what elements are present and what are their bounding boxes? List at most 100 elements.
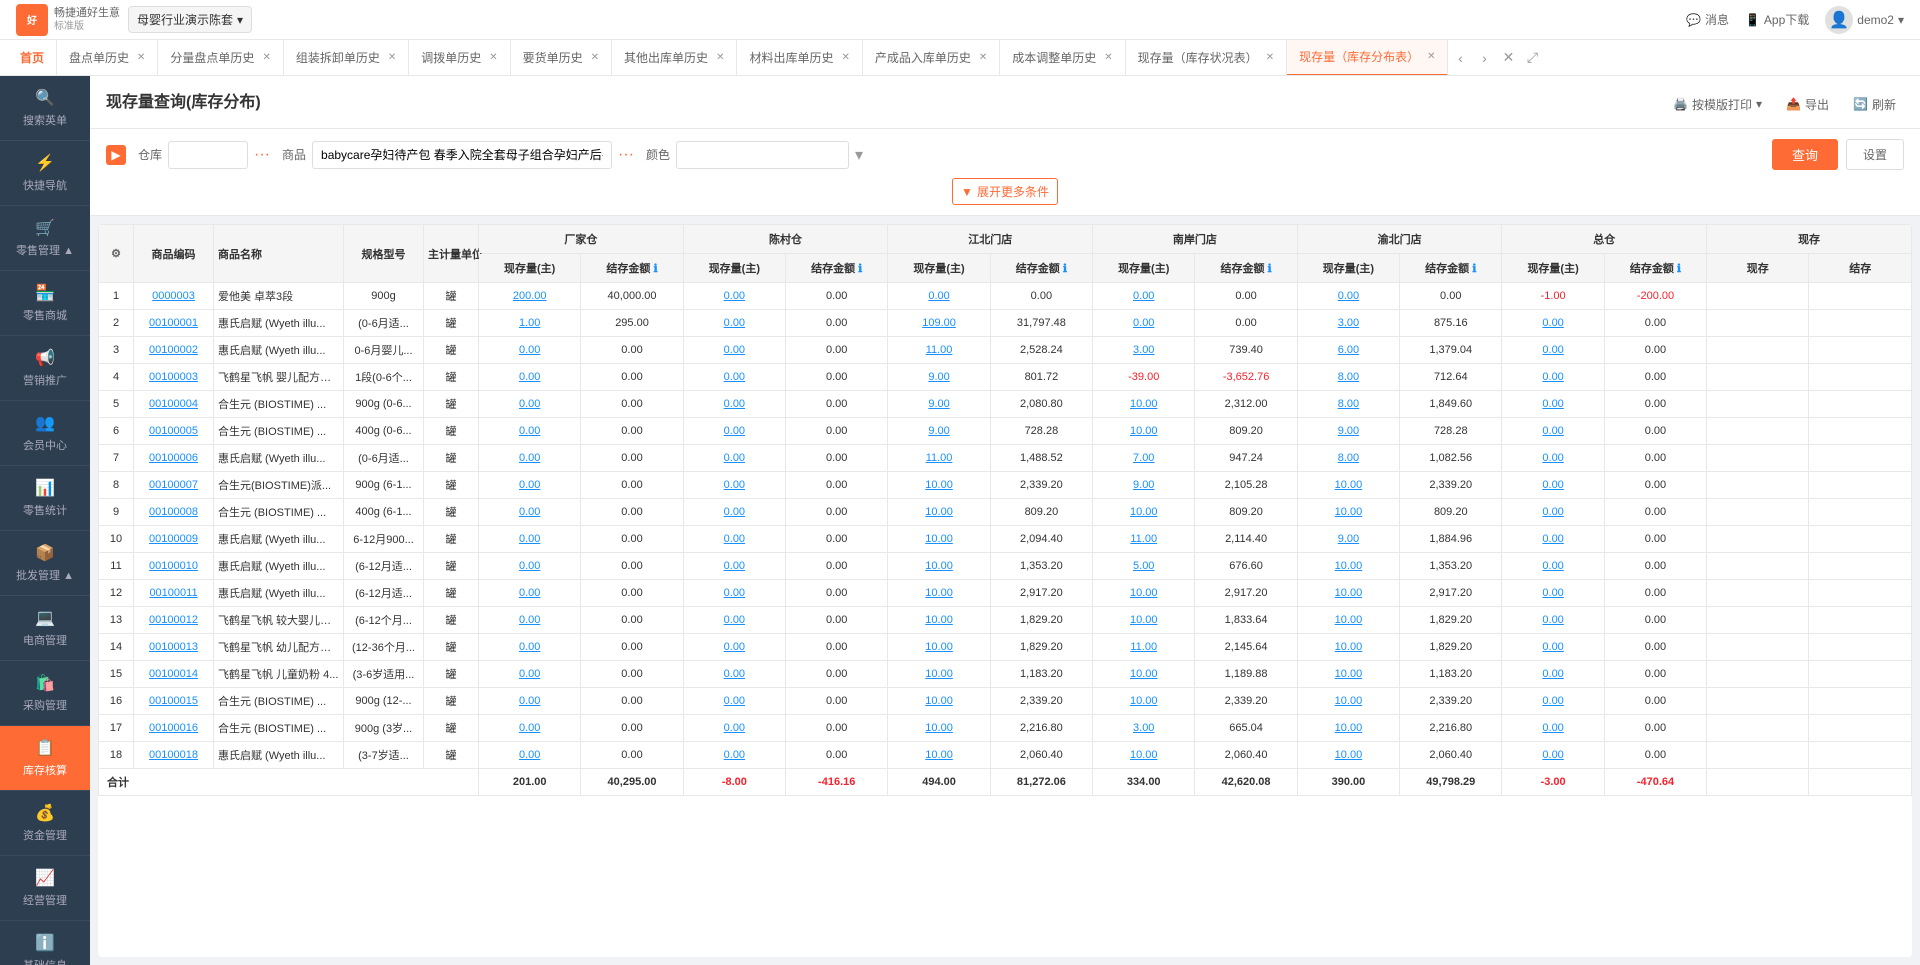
row-jiangbei-qty[interactable]: 10.00 bbox=[888, 526, 990, 553]
row-jiangbei-qty[interactable]: 11.00 bbox=[888, 337, 990, 364]
row-factory-qty[interactable]: 0.00 bbox=[479, 364, 581, 391]
message-btn[interactable]: 💬 消息 bbox=[1686, 11, 1729, 28]
refresh-btn[interactable]: 🔄 刷新 bbox=[1845, 92, 1904, 117]
row-chenhe-qty[interactable]: 0.00 bbox=[683, 715, 785, 742]
row-yuanbei-qty[interactable]: 0.00 bbox=[1297, 283, 1399, 310]
row-nanan-qty[interactable]: 10.00 bbox=[1093, 742, 1195, 769]
row-yuanbei-qty[interactable]: 10.00 bbox=[1297, 634, 1399, 661]
tab-[interactable]: 分量盘点单历史✕ bbox=[158, 40, 283, 76]
row-jiangbei-qty[interactable]: 10.00 bbox=[888, 742, 990, 769]
tab-close-icon[interactable]: ✕ bbox=[716, 52, 724, 63]
row-jiangbei-qty[interactable]: 10.00 bbox=[888, 472, 990, 499]
row-code[interactable]: 00100014 bbox=[134, 661, 214, 688]
row-factory-qty[interactable]: 0.00 bbox=[479, 688, 581, 715]
tab-expand-btn[interactable]: ⤢ bbox=[1520, 40, 1544, 76]
sidebar-item-[interactable]: 📢营销推广 bbox=[0, 336, 90, 401]
user-info[interactable]: 👤 demo2 ▾ bbox=[1825, 6, 1904, 34]
row-factory-qty[interactable]: 0.00 bbox=[479, 472, 581, 499]
query-button[interactable]: 查询 bbox=[1772, 139, 1838, 170]
row-code[interactable]: 00100016 bbox=[134, 715, 214, 742]
row-yuanbei-qty[interactable]: 10.00 bbox=[1297, 472, 1399, 499]
row-yuanbei-qty[interactable]: 10.00 bbox=[1297, 553, 1399, 580]
row-nanan-qty[interactable]: 3.00 bbox=[1093, 337, 1195, 364]
row-total-qty[interactable]: 0.00 bbox=[1502, 580, 1604, 607]
row-yuanbei-qty[interactable]: 6.00 bbox=[1297, 337, 1399, 364]
row-factory-qty[interactable]: 0.00 bbox=[479, 337, 581, 364]
row-jiangbei-qty[interactable]: 10.00 bbox=[888, 580, 990, 607]
row-chenhe-qty[interactable]: 0.00 bbox=[683, 310, 785, 337]
row-nanan-qty[interactable]: 10.00 bbox=[1093, 688, 1195, 715]
row-nanan-qty[interactable]: 11.00 bbox=[1093, 526, 1195, 553]
row-chenhe-qty[interactable]: 0.00 bbox=[683, 337, 785, 364]
th-gear[interactable]: ⚙ bbox=[99, 225, 134, 283]
row-code[interactable]: 00100002 bbox=[134, 337, 214, 364]
row-jiangbei-qty[interactable]: 109.00 bbox=[888, 310, 990, 337]
row-total-qty[interactable]: 0.00 bbox=[1502, 634, 1604, 661]
row-code[interactable]: 00100012 bbox=[134, 607, 214, 634]
row-total-qty[interactable]: 0.00 bbox=[1502, 391, 1604, 418]
row-factory-qty[interactable]: 0.00 bbox=[479, 715, 581, 742]
row-nanan-qty[interactable]: 0.00 bbox=[1093, 310, 1195, 337]
row-total-qty[interactable]: -1.00 bbox=[1502, 283, 1604, 310]
tab-close-icon[interactable]: ✕ bbox=[137, 52, 145, 63]
row-total-qty[interactable]: 0.00 bbox=[1502, 472, 1604, 499]
row-total-qty[interactable]: 0.00 bbox=[1502, 553, 1604, 580]
row-factory-qty[interactable]: 0.00 bbox=[479, 499, 581, 526]
tab-close-icon[interactable]: ✕ bbox=[591, 52, 599, 63]
tab-[interactable]: 调拨单历史✕ bbox=[409, 40, 510, 76]
row-yuanbei-qty[interactable]: 10.00 bbox=[1297, 661, 1399, 688]
row-code[interactable]: 00100004 bbox=[134, 391, 214, 418]
settings-button[interactable]: 设置 bbox=[1846, 139, 1904, 170]
row-chenhe-qty[interactable]: 0.00 bbox=[683, 283, 785, 310]
row-total-qty[interactable]: 0.00 bbox=[1502, 337, 1604, 364]
sidebar-item-[interactable]: 📊零售统计 bbox=[0, 466, 90, 531]
row-yuanbei-qty[interactable]: 9.00 bbox=[1297, 526, 1399, 553]
sidebar-item-[interactable]: ℹ️基础信息 bbox=[0, 921, 90, 965]
tab-close-icon[interactable]: ✕ bbox=[841, 52, 849, 63]
row-nanan-qty[interactable]: 10.00 bbox=[1093, 418, 1195, 445]
tab-[interactable]: 材料出库单历史✕ bbox=[737, 40, 862, 76]
row-nanan-qty[interactable]: 10.00 bbox=[1093, 580, 1195, 607]
row-chenhe-qty[interactable]: 0.00 bbox=[683, 391, 785, 418]
row-factory-qty[interactable]: 0.00 bbox=[479, 553, 581, 580]
row-chenhe-qty[interactable]: 0.00 bbox=[683, 472, 785, 499]
sidebar-item-[interactable]: 🏪零售商城 bbox=[0, 271, 90, 336]
row-nanan-qty[interactable]: 0.00 bbox=[1093, 283, 1195, 310]
row-yuanbei-qty[interactable]: 10.00 bbox=[1297, 499, 1399, 526]
tab-[interactable]: 现存量（库存分布表）✕ bbox=[1287, 40, 1448, 76]
row-code[interactable]: 00100005 bbox=[134, 418, 214, 445]
row-nanan-qty[interactable]: 3.00 bbox=[1093, 715, 1195, 742]
row-factory-qty[interactable]: 0.00 bbox=[479, 634, 581, 661]
tab-[interactable]: 现存量（库存状况表）✕ bbox=[1126, 40, 1287, 76]
row-total-qty[interactable]: 0.00 bbox=[1502, 661, 1604, 688]
row-factory-qty[interactable]: 200.00 bbox=[479, 283, 581, 310]
row-code[interactable]: 00100009 bbox=[134, 526, 214, 553]
sidebar-item-[interactable]: 💰资金管理 bbox=[0, 791, 90, 856]
row-factory-qty[interactable]: 0.00 bbox=[479, 742, 581, 769]
row-code[interactable]: 00100003 bbox=[134, 364, 214, 391]
row-nanan-qty[interactable]: 10.00 bbox=[1093, 391, 1195, 418]
row-chenhe-qty[interactable]: 0.00 bbox=[683, 607, 785, 634]
row-factory-qty[interactable]: 0.00 bbox=[479, 580, 581, 607]
tab-prev-btn[interactable]: ‹ bbox=[1448, 40, 1472, 76]
tab-close-icon[interactable]: ✕ bbox=[979, 52, 987, 63]
tab-close-icon[interactable]: ✕ bbox=[262, 52, 270, 63]
tab-close-icon[interactable]: ✕ bbox=[388, 52, 396, 63]
warehouse-input[interactable] bbox=[168, 141, 248, 169]
export-btn[interactable]: 📤 导出 bbox=[1778, 92, 1837, 117]
row-chenhe-qty[interactable]: 0.00 bbox=[683, 580, 785, 607]
row-yuanbei-qty[interactable]: 8.00 bbox=[1297, 364, 1399, 391]
sidebar-item-[interactable]: 📦批发管理 ▲ bbox=[0, 531, 90, 596]
row-code[interactable]: 00100006 bbox=[134, 445, 214, 472]
row-chenhe-qty[interactable]: 0.00 bbox=[683, 688, 785, 715]
row-jiangbei-qty[interactable]: 11.00 bbox=[888, 445, 990, 472]
row-jiangbei-qty[interactable]: 10.00 bbox=[888, 688, 990, 715]
row-total-qty[interactable]: 0.00 bbox=[1502, 445, 1604, 472]
row-nanan-qty[interactable]: 10.00 bbox=[1093, 607, 1195, 634]
row-code[interactable]: 00100011 bbox=[134, 580, 214, 607]
row-jiangbei-qty[interactable]: 10.00 bbox=[888, 499, 990, 526]
row-total-qty[interactable]: 0.00 bbox=[1502, 310, 1604, 337]
sidebar-item-[interactable]: 📋库存核算 bbox=[0, 726, 90, 791]
row-jiangbei-qty[interactable]: 9.00 bbox=[888, 418, 990, 445]
sidebar-item-[interactable]: 💻电商管理 bbox=[0, 596, 90, 661]
